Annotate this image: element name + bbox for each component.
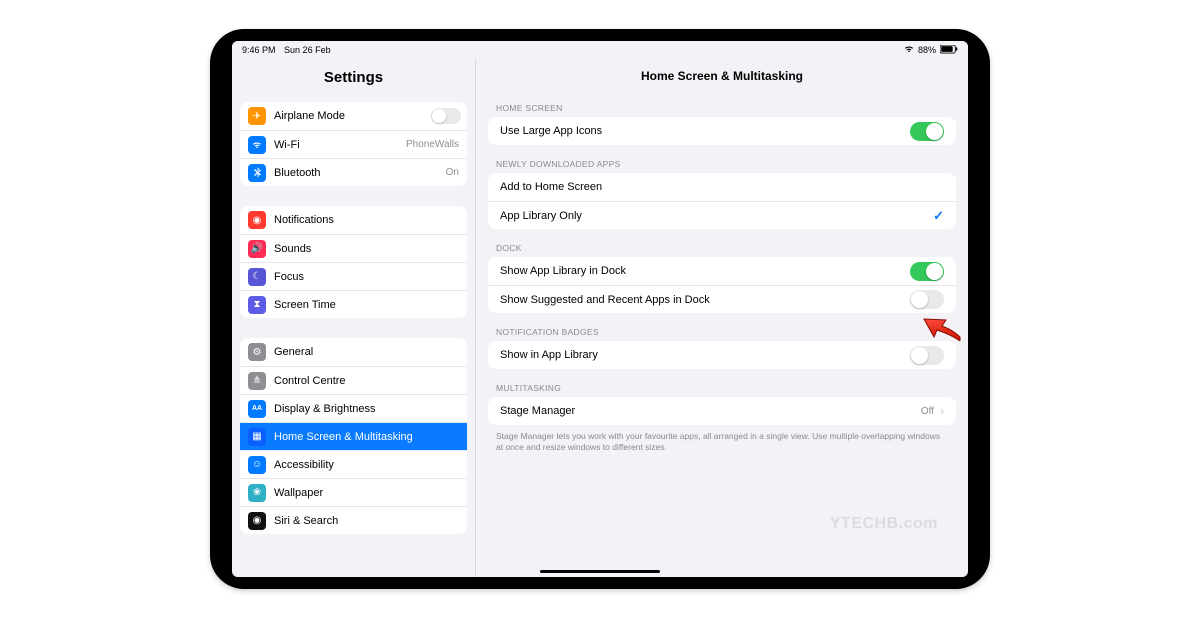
speaker-icon: 🔊	[248, 240, 266, 258]
stage-manager-note: Stage Manager lets you work with your fa…	[476, 425, 968, 453]
section-badges: NOTIFICATION BADGES	[476, 313, 968, 341]
bluetooth-icon	[248, 164, 266, 182]
row-show-recent-dock[interactable]: Show Suggested and Recent Apps in Dock	[488, 285, 956, 313]
sidebar-item-notifications[interactable]: ◉ Notifications	[240, 206, 467, 234]
detail-title: Home Screen & Multitasking	[476, 59, 968, 89]
section-dock: DOCK	[476, 229, 968, 257]
sidebar-item-label: General	[274, 346, 461, 358]
row-show-in-library[interactable]: Show in App Library	[488, 341, 956, 369]
checkmark-icon: ✓	[933, 208, 944, 224]
wallpaper-icon: ❀	[248, 484, 266, 502]
sidebar-item-label: Display & Brightness	[274, 403, 461, 415]
sidebar-item-label: Accessibility	[274, 459, 461, 471]
sidebar-group-connectivity: ✈ Airplane Mode Wi-Fi PhoneWalls	[240, 102, 467, 186]
chevron-right-icon: ›	[940, 404, 944, 418]
accessibility-icon: ☺	[248, 456, 266, 474]
status-date: Sun 26 Feb	[284, 45, 331, 55]
sidebar-item-label: Airplane Mode	[274, 110, 431, 122]
toggles-icon: ⋔	[248, 372, 266, 390]
airplane-icon: ✈	[248, 107, 266, 125]
sidebar-item-display[interactable]: AA Display & Brightness	[240, 394, 467, 422]
section-home-screen: HOME SCREEN	[476, 89, 968, 117]
status-time: 9:46 PM	[242, 45, 276, 55]
sidebar-item-label: Wi-Fi	[274, 139, 406, 151]
sidebar-item-screen-time[interactable]: ⧗ Screen Time	[240, 290, 467, 318]
sidebar-item-siri[interactable]: ◉ Siri & Search	[240, 506, 467, 534]
show-recent-toggle[interactable]	[910, 290, 944, 309]
status-bar: 9:46 PM Sun 26 Feb 88%	[232, 41, 968, 59]
sidebar-group-alerts: ◉ Notifications 🔊 Sounds ☾ Focus ⧗	[240, 206, 467, 318]
sidebar-item-accessibility[interactable]: ☺ Accessibility	[240, 450, 467, 478]
bell-icon: ◉	[248, 211, 266, 229]
section-multitasking: MULTITASKING	[476, 369, 968, 397]
wifi-settings-icon	[248, 136, 266, 154]
sidebar-item-label: Screen Time	[274, 299, 461, 311]
battery-icon	[940, 45, 958, 56]
sidebar-item-detail: PhoneWalls	[406, 139, 459, 150]
sidebar-item-label: Home Screen & Multitasking	[274, 431, 461, 443]
row-add-home[interactable]: Add to Home Screen	[488, 173, 956, 201]
sidebar-item-general[interactable]: ⚙ General	[240, 338, 467, 366]
sidebar-item-sounds[interactable]: 🔊 Sounds	[240, 234, 467, 262]
row-label: Stage Manager	[500, 405, 921, 417]
gear-icon: ⚙	[248, 343, 266, 361]
row-label: Show in App Library	[500, 349, 910, 361]
sidebar-item-wifi[interactable]: Wi-Fi PhoneWalls	[240, 130, 467, 158]
sidebar-item-label: Notifications	[274, 214, 461, 226]
settings-sidebar: Settings ✈ Airplane Mode Wi-Fi	[232, 59, 476, 577]
row-library-only[interactable]: App Library Only ✓	[488, 201, 956, 229]
sidebar-item-airplane-mode[interactable]: ✈ Airplane Mode	[240, 102, 467, 130]
sidebar-item-home-screen[interactable]: ▦ Home Screen & Multitasking	[240, 422, 467, 450]
sidebar-item-focus[interactable]: ☾ Focus	[240, 262, 467, 290]
siri-icon: ◉	[248, 512, 266, 530]
display-icon: AA	[248, 400, 266, 418]
row-stage-manager[interactable]: Stage Manager Off ›	[488, 397, 956, 425]
moon-icon: ☾	[248, 268, 266, 286]
row-label: Use Large App Icons	[500, 125, 910, 137]
watermark: YTECHB.com	[830, 515, 938, 533]
sidebar-item-label: Wallpaper	[274, 487, 461, 499]
ipad-frame: 9:46 PM Sun 26 Feb 88% Settings	[210, 29, 990, 589]
row-show-library-dock[interactable]: Show App Library in Dock	[488, 257, 956, 285]
sidebar-item-label: Focus	[274, 271, 461, 283]
grid-icon: ▦	[248, 428, 266, 446]
screen: 9:46 PM Sun 26 Feb 88% Settings	[232, 41, 968, 577]
show-library-toggle[interactable]	[910, 262, 944, 281]
sidebar-item-label: Sounds	[274, 243, 461, 255]
sidebar-group-general: ⚙ General ⋔ Control Centre AA Display & …	[240, 338, 467, 534]
sidebar-item-label: Control Centre	[274, 375, 461, 387]
sidebar-item-detail: On	[446, 167, 459, 178]
red-arrow-annotation	[920, 311, 962, 341]
airplane-toggle[interactable]	[431, 108, 461, 124]
battery-percent: 88%	[918, 45, 936, 55]
row-label: App Library Only	[500, 210, 933, 222]
hourglass-icon: ⧗	[248, 296, 266, 314]
row-label: Show Suggested and Recent Apps in Dock	[500, 294, 910, 306]
sidebar-item-bluetooth[interactable]: Bluetooth On	[240, 158, 467, 186]
detail-pane: Home Screen & Multitasking HOME SCREEN U…	[476, 59, 968, 577]
sidebar-title: Settings	[232, 59, 475, 102]
home-indicator	[540, 570, 660, 573]
sidebar-item-label: Siri & Search	[274, 515, 461, 527]
row-large-icons[interactable]: Use Large App Icons	[488, 117, 956, 145]
sidebar-item-label: Bluetooth	[274, 167, 446, 179]
row-detail: Off	[921, 406, 934, 417]
section-new-apps: NEWLY DOWNLOADED APPS	[476, 145, 968, 173]
large-icons-toggle[interactable]	[910, 122, 944, 141]
row-label: Add to Home Screen	[500, 181, 944, 193]
wifi-icon	[904, 45, 914, 55]
row-label: Show App Library in Dock	[500, 265, 910, 277]
show-in-library-toggle[interactable]	[910, 346, 944, 365]
sidebar-item-control-centre[interactable]: ⋔ Control Centre	[240, 366, 467, 394]
sidebar-item-wallpaper[interactable]: ❀ Wallpaper	[240, 478, 467, 506]
